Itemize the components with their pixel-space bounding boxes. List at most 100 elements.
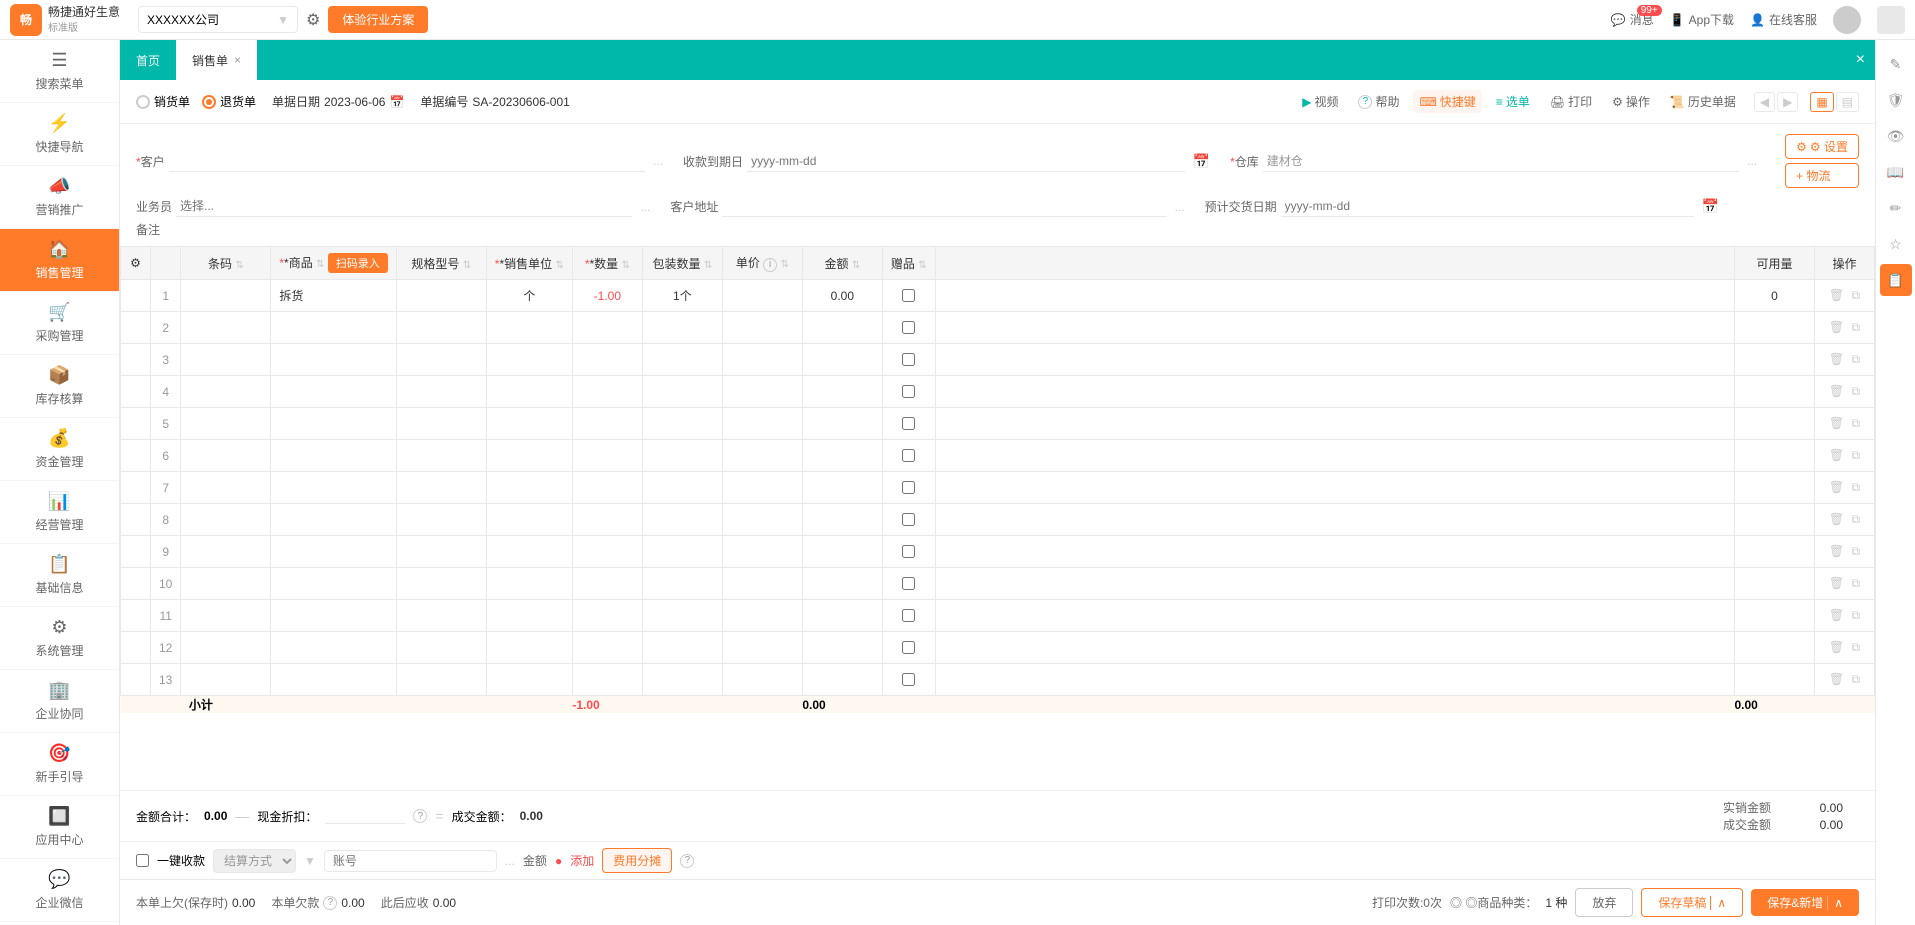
sidebar-item-enterprise[interactable]: 🏢 企业协同 (0, 670, 119, 733)
sidebar-item-purchase[interactable]: 🛒 采购管理 (0, 292, 119, 355)
cell-remark-5[interactable] (935, 440, 1734, 472)
tab-home[interactable]: 首页 (120, 40, 176, 80)
cell-product-6[interactable] (271, 472, 396, 504)
right-panel-star[interactable]: ☆ (1880, 228, 1912, 260)
save-draft-arrow[interactable]: ∧ (1710, 896, 1726, 910)
receive-date-input[interactable] (747, 151, 1185, 172)
cell-qty-1[interactable] (572, 312, 642, 344)
copy-icon-11[interactable]: ⧉ (1852, 640, 1861, 654)
cell-barcode-12[interactable] (181, 664, 271, 696)
cell-gift-10[interactable] (882, 600, 935, 632)
cell-barcode-11[interactable] (181, 632, 271, 664)
user-menu[interactable] (1877, 6, 1905, 34)
cell-price-5[interactable] (722, 440, 802, 472)
radio-return[interactable]: 退货单 (202, 93, 256, 110)
action-history[interactable]: 📜 历史单据 (1664, 91, 1742, 112)
cell-qty-11[interactable] (572, 632, 642, 664)
right-panel-book[interactable]: 📖 (1880, 156, 1912, 188)
cell-gift-12[interactable] (882, 664, 935, 696)
cell-product-0[interactable]: 拆货 (271, 280, 396, 312)
delete-icon-5[interactable]: 🗑 (1829, 448, 1844, 462)
save-new-arrow[interactable]: ∧ (1827, 896, 1843, 910)
cell-product-12[interactable] (271, 664, 396, 696)
cell-price-10[interactable] (722, 600, 802, 632)
delete-icon-8[interactable]: 🗑 (1829, 544, 1844, 558)
th-setting[interactable]: ⚙ (121, 247, 151, 280)
cell-gift-9[interactable] (882, 568, 935, 600)
cell-product-11[interactable] (271, 632, 396, 664)
action-help[interactable]: ? 帮助 (1352, 91, 1405, 112)
scan-button[interactable]: 扫码录入 (328, 253, 388, 273)
trial-button[interactable]: 体验行业方案 (328, 6, 428, 33)
address-input[interactable] (722, 196, 1166, 217)
right-panel-orange[interactable]: 📋 (1880, 264, 1912, 296)
cell-spec-11[interactable] (396, 632, 486, 664)
add-label[interactable]: 添加 (570, 852, 594, 869)
message-btn[interactable]: 💬 消息 99+ (1611, 11, 1654, 28)
staff-dots[interactable]: ... (640, 200, 650, 214)
cell-gift-4[interactable] (882, 408, 935, 440)
cell-barcode-10[interactable] (181, 600, 271, 632)
cell-product-5[interactable] (271, 440, 396, 472)
delete-icon-2[interactable]: 🗑 (1829, 352, 1844, 366)
delete-icon-4[interactable]: 🗑 (1829, 416, 1844, 430)
save-draft-button[interactable]: 保存草稿 ∧ (1641, 888, 1743, 917)
delete-icon-7[interactable]: 🗑 (1829, 512, 1844, 526)
delete-icon-1[interactable]: 🗑 (1829, 320, 1844, 334)
cell-qty-0[interactable]: -1.00 (572, 280, 642, 312)
right-panel-shield[interactable]: 🛡 (1880, 84, 1912, 116)
settings-icon[interactable]: ⚙ (306, 10, 320, 30)
cell-price-4[interactable] (722, 408, 802, 440)
cell-gift-1[interactable] (882, 312, 935, 344)
cell-spec-7[interactable] (396, 504, 486, 536)
cell-spec-0[interactable] (396, 280, 486, 312)
discount-input[interactable] (325, 809, 405, 824)
sidebar-item-apps[interactable]: 🔲 应用中心 (0, 796, 119, 859)
cell-product-1[interactable] (271, 312, 396, 344)
cell-product-4[interactable] (271, 408, 396, 440)
receive-calendar-icon[interactable]: 📅 (1193, 153, 1210, 170)
cell-price-9[interactable] (722, 568, 802, 600)
close-all-btn[interactable]: × (1846, 51, 1875, 69)
cell-spec-9[interactable] (396, 568, 486, 600)
delete-icon-12[interactable]: 🗑 (1829, 672, 1844, 686)
cell-barcode-0[interactable] (181, 280, 271, 312)
online-service-btn[interactable]: 👤 在线客服 (1750, 11, 1817, 28)
cell-spec-1[interactable] (396, 312, 486, 344)
right-panel-edit1[interactable]: ✎ (1880, 48, 1912, 80)
cell-qty-2[interactable] (572, 344, 642, 376)
sidebar-item-basic[interactable]: 📋 基础信息 (0, 544, 119, 607)
cell-gift-6[interactable] (882, 472, 935, 504)
cell-remark-7[interactable] (935, 504, 1734, 536)
cell-qty-7[interactable] (572, 504, 642, 536)
cell-qty-4[interactable] (572, 408, 642, 440)
save-new-button[interactable]: 保存&新增 ∧ (1751, 889, 1859, 916)
discount-info-icon[interactable]: ? (413, 809, 427, 823)
delivery-date-input[interactable] (1281, 196, 1694, 217)
cell-barcode-6[interactable] (181, 472, 271, 504)
action-print[interactable]: 🖨 打印 (1544, 91, 1598, 112)
cell-price-6[interactable] (722, 472, 802, 504)
cell-qty-10[interactable] (572, 600, 642, 632)
cell-price-12[interactable] (722, 664, 802, 696)
copy-icon-4[interactable]: ⧉ (1852, 416, 1861, 430)
one-click-checkbox[interactable] (136, 854, 149, 867)
cell-spec-3[interactable] (396, 376, 486, 408)
cell-remark-2[interactable] (935, 344, 1734, 376)
address-dots[interactable]: ... (1175, 200, 1185, 214)
cell-product-3[interactable] (271, 376, 396, 408)
copy-icon-12[interactable]: ⧉ (1852, 672, 1861, 686)
warehouse-dots[interactable]: ... (1747, 154, 1757, 168)
cell-spec-6[interactable] (396, 472, 486, 504)
customer-dots[interactable]: ... (653, 154, 663, 168)
cell-price-7[interactable] (722, 504, 802, 536)
staff-input[interactable] (176, 196, 632, 217)
cell-barcode-4[interactable] (181, 408, 271, 440)
calendar-icon[interactable]: 📅 (389, 95, 404, 109)
cell-remark-9[interactable] (935, 568, 1734, 600)
cell-spec-4[interactable] (396, 408, 486, 440)
cell-remark-10[interactable] (935, 600, 1734, 632)
cell-gift-0[interactable] (882, 280, 935, 312)
cell-product-8[interactable] (271, 536, 396, 568)
sidebar-item-sales[interactable]: 🏠 销售管理 (0, 229, 119, 292)
